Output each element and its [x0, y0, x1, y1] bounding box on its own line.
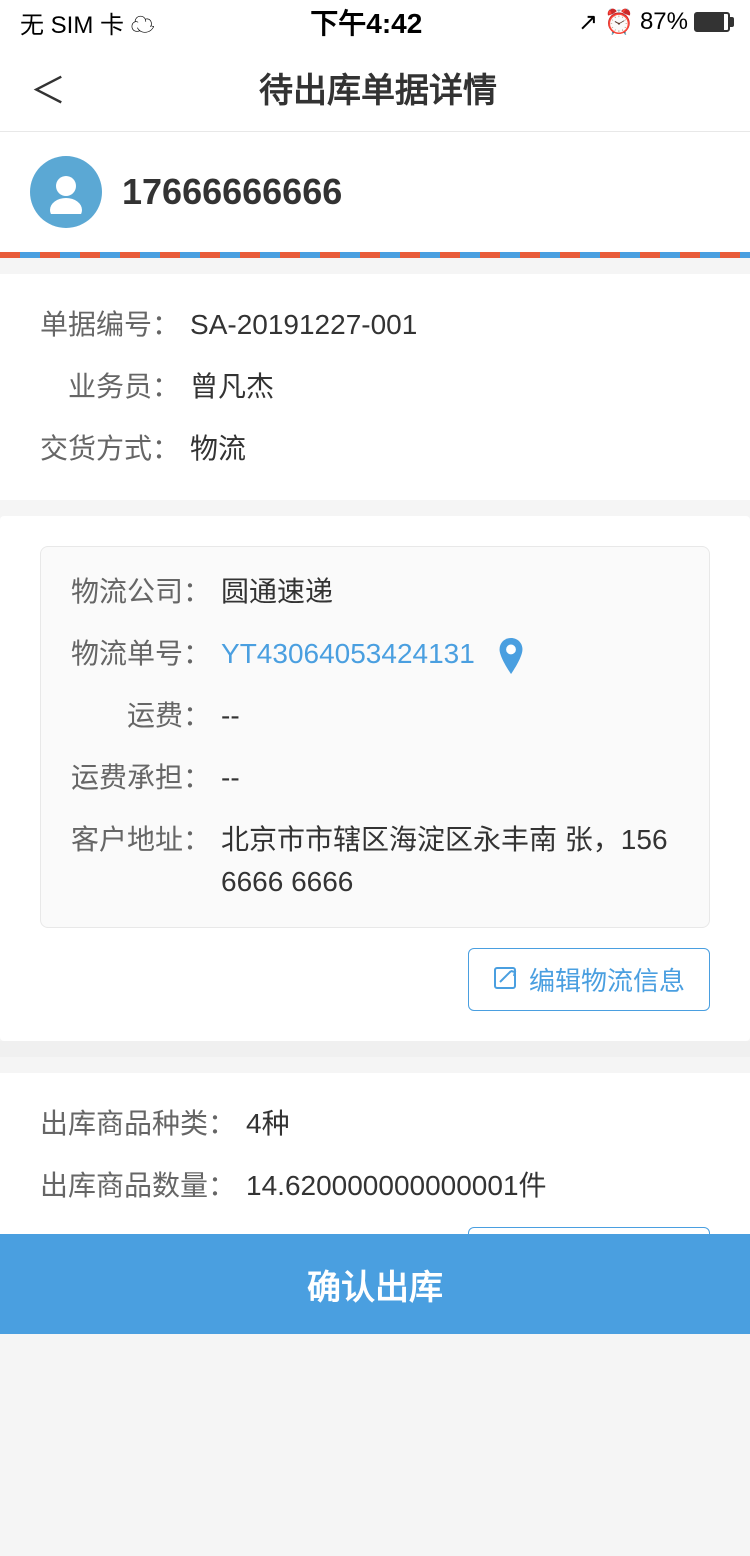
goods-type-row: 出库商品种类： 4种	[40, 1103, 710, 1145]
battery-level: 87%	[640, 8, 688, 36]
order-no-value: YT43064053424131	[221, 633, 679, 675]
company-label: 物流公司：	[71, 571, 211, 613]
goods-quantity-value: 14.620000000000001件	[246, 1165, 710, 1207]
salesman-row: 业务员： 曾凡杰	[40, 366, 710, 408]
address-label: 客户地址：	[71, 819, 211, 861]
gps-icon: ↗	[578, 8, 598, 37]
freight-bear-label: 运费承担：	[71, 757, 211, 799]
freight-bear-value: --	[221, 757, 679, 799]
status-left: 无 SIM 卡 ☁	[20, 5, 155, 40]
dashed-divider	[0, 252, 750, 258]
alarm-icon: ⏰	[604, 8, 634, 37]
logistics-section: 物流公司： 圆通速递 物流单号： YT43064053424131 运费： --…	[0, 516, 750, 1041]
freight-row: 运费： --	[71, 695, 679, 737]
user-phone: 17666666666	[122, 171, 342, 213]
goods-quantity-row: 出库商品数量： 14.620000000000001件	[40, 1165, 710, 1207]
gray-area	[0, 1336, 750, 1556]
avatar	[30, 156, 102, 228]
company-row: 物流公司： 圆通速递	[71, 571, 679, 613]
person-icon	[44, 170, 88, 214]
address-row: 客户地址： 北京市市辖区海淀区永丰南 张，156 6666 6666	[71, 819, 679, 903]
status-bar: 无 SIM 卡 ☁ 下午4:42 ↗ ⏰ 87%	[0, 0, 750, 44]
salesman-value: 曾凡杰	[190, 366, 710, 408]
order-no-label: 物流单号：	[71, 633, 211, 675]
goods-quantity-label: 出库商品数量：	[40, 1165, 236, 1207]
freight-label: 运费：	[71, 695, 211, 737]
salesman-label: 业务员：	[40, 366, 180, 408]
delivery-value: 物流	[190, 428, 710, 470]
confirm-section: 确认出库	[0, 1234, 750, 1334]
doc-no-row: 单据编号： SA-20191227-001	[40, 304, 710, 346]
freight-value: --	[221, 695, 679, 737]
company-value: 圆通速递	[221, 571, 679, 613]
logistics-inner: 物流公司： 圆通速递 物流单号： YT43064053424131 运费： --…	[40, 546, 710, 928]
doc-no-value: SA-20191227-001	[190, 304, 710, 346]
page-title: 待出库单据详情	[96, 63, 660, 112]
status-time: 下午4:42	[310, 2, 422, 42]
delivery-row: 交货方式： 物流	[40, 428, 710, 470]
edit-btn-container: 编辑物流信息	[40, 948, 710, 1011]
sim-status: 无 SIM 卡 ☁	[20, 5, 155, 40]
order-no-row: 物流单号： YT43064053424131	[71, 633, 679, 675]
goods-type-value: 4种	[246, 1103, 710, 1145]
section-divider-1	[0, 1041, 750, 1057]
freight-bear-row: 运费承担： --	[71, 757, 679, 799]
confirm-outbound-button[interactable]: 确认出库	[307, 1260, 443, 1309]
battery-icon	[694, 12, 730, 32]
user-section: 17666666666	[0, 132, 750, 252]
goods-type-label: 出库商品种类：	[40, 1103, 236, 1145]
edit-logistics-button[interactable]: 编辑物流信息	[468, 948, 710, 1011]
basic-info-section: 单据编号： SA-20191227-001 业务员： 曾凡杰 交货方式： 物流	[0, 274, 750, 500]
edit-icon	[493, 966, 521, 994]
back-button[interactable]: ＜	[30, 62, 66, 114]
nav-bar: ＜ 待出库单据详情	[0, 44, 750, 132]
address-value: 北京市市辖区海淀区永丰南 张，156 6666 6666	[221, 819, 679, 903]
status-right: ↗ ⏰ 87%	[578, 8, 730, 37]
location-pin-icon[interactable]	[493, 638, 529, 674]
delivery-label: 交货方式：	[40, 428, 180, 470]
doc-no-label: 单据编号：	[40, 304, 180, 346]
